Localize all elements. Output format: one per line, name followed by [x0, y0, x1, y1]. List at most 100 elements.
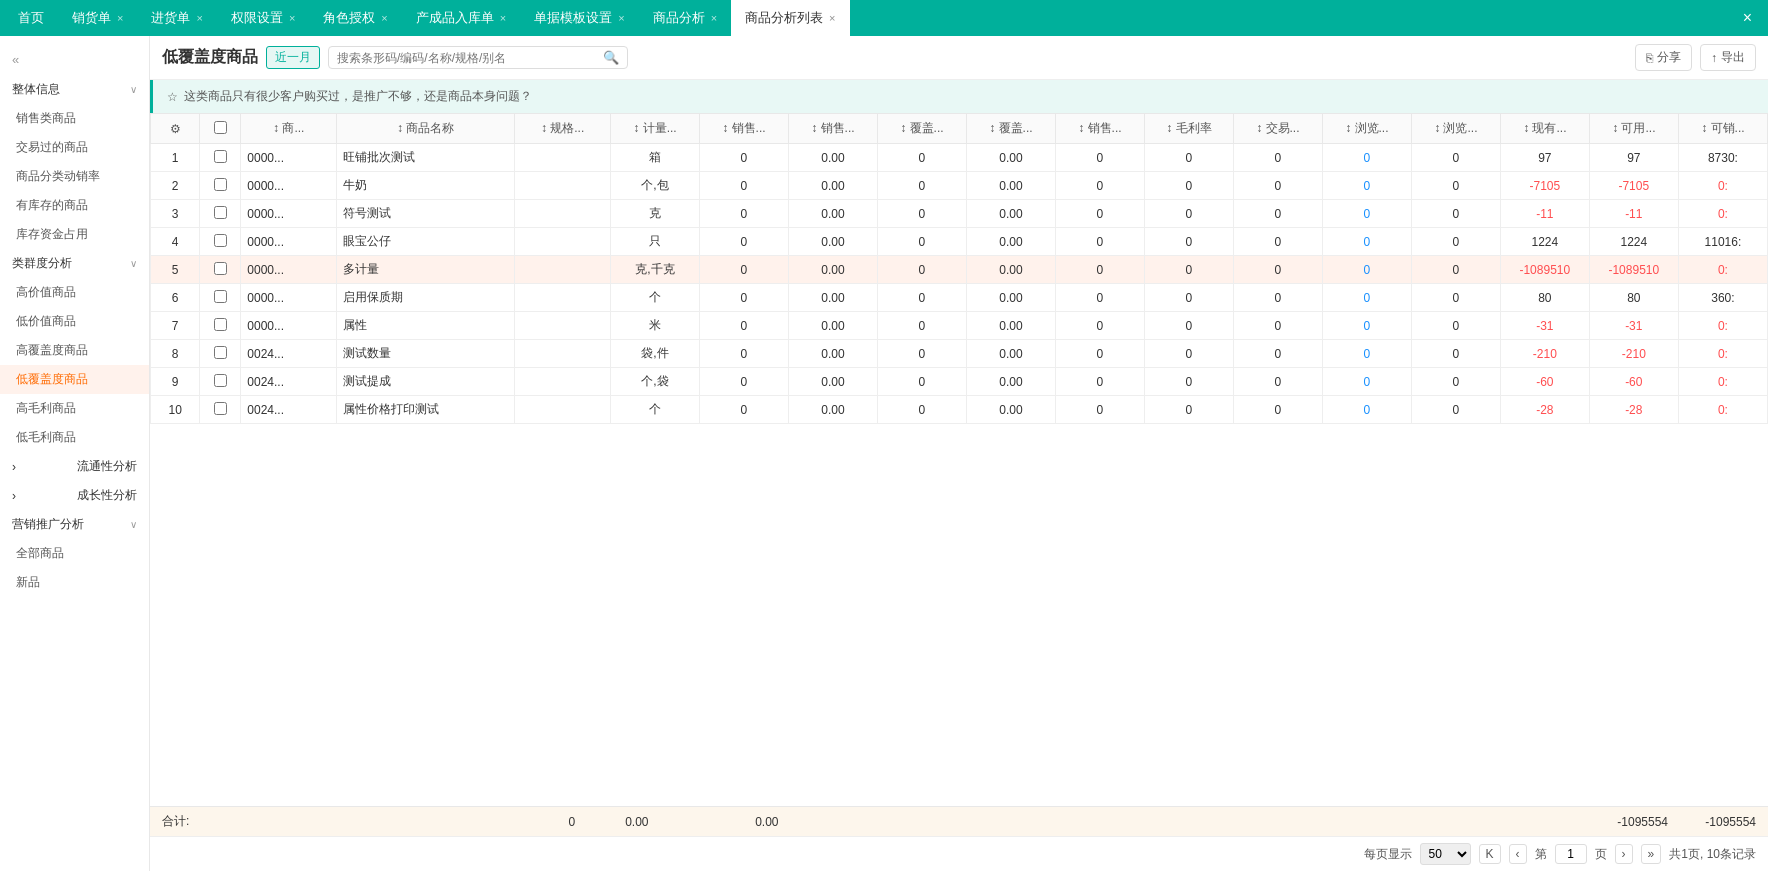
row-checkbox[interactable] [214, 206, 227, 219]
sidebar-item-low-margin[interactable]: 低毛利商品 [0, 423, 149, 452]
close-icon[interactable]: × [289, 0, 295, 36]
cell-check[interactable] [200, 172, 241, 200]
close-icon[interactable]: × [381, 0, 387, 36]
col-header-available-stock[interactable]: ↕ 可用... [1589, 114, 1678, 144]
first-page-button[interactable]: K [1479, 844, 1501, 864]
nav-product-analysis[interactable]: 商品分析 × [639, 0, 731, 36]
row-checkbox[interactable] [214, 178, 227, 191]
row-checkbox[interactable] [214, 150, 227, 163]
sidebar-section-overall[interactable]: 整体信息 ∨ [0, 75, 149, 104]
row-checkbox[interactable] [214, 318, 227, 331]
row-checkbox[interactable] [214, 346, 227, 359]
col-header-code[interactable]: ↕ 商... [241, 114, 337, 144]
nav-product-analysis-list[interactable]: 商品分析列表 × [731, 0, 849, 36]
sidebar-item-low-value[interactable]: 低价值商品 [0, 307, 149, 336]
search-input[interactable] [337, 51, 599, 65]
col-header-spec[interactable]: ↕ 规格... [515, 114, 611, 144]
col-header-sales-customers[interactable]: ↕ 销售... [1055, 114, 1144, 144]
col-header-sales-amt[interactable]: ↕ 销售... [788, 114, 877, 144]
search-icon[interactable]: 🔍 [603, 50, 619, 65]
cell-check[interactable] [200, 228, 241, 256]
nav-sales-order[interactable]: 销货单 × [58, 0, 137, 36]
sidebar-item-all-goods[interactable]: 全部商品 [0, 539, 149, 568]
close-icon[interactable]: × [500, 0, 506, 36]
sidebar-item-high-coverage[interactable]: 高覆盖度商品 [0, 336, 149, 365]
share-button[interactable]: ⎘ 分享 [1635, 44, 1692, 71]
row-checkbox[interactable] [214, 374, 227, 387]
nav-finished-goods[interactable]: 产成品入库单 × [402, 0, 520, 36]
cell-check[interactable] [200, 256, 241, 284]
sidebar-item-high-value[interactable]: 高价值商品 [0, 278, 149, 307]
nav-role-permission[interactable]: 角色授权 × [309, 0, 401, 36]
nav-purchase-order[interactable]: 进货单 × [137, 0, 216, 36]
cell-browse1[interactable]: 0 [1322, 284, 1411, 312]
prev-page-button[interactable]: ‹ [1509, 844, 1527, 864]
select-all-checkbox[interactable] [214, 121, 227, 134]
row-checkbox[interactable] [214, 234, 227, 247]
sidebar-item-category-rate[interactable]: 商品分类动销率 [0, 162, 149, 191]
cell-check[interactable] [200, 284, 241, 312]
cell-spec [515, 256, 611, 284]
window-close-button[interactable]: × [1731, 9, 1764, 27]
nav-template-settings[interactable]: 单据模板设置 × [520, 0, 638, 36]
col-header-trade[interactable]: ↕ 交易... [1233, 114, 1322, 144]
sidebar-section-marketing[interactable]: 营销推广分析 ∨ [0, 510, 149, 539]
sidebar-item-traded-goods[interactable]: 交易过的商品 [0, 133, 149, 162]
sidebar-collapse-toggle[interactable]: « [12, 48, 19, 71]
row-checkbox[interactable] [214, 262, 227, 275]
info-banner: ☆ 这类商品只有很少客户购买过，是推广不够，还是商品本身问题？ [150, 80, 1768, 113]
next-page-button[interactable]: › [1615, 844, 1633, 864]
nav-permission-setting[interactable]: 权限设置 × [217, 0, 309, 36]
cell-unit: 个,包 [610, 172, 699, 200]
cell-check[interactable] [200, 368, 241, 396]
cell-check[interactable] [200, 396, 241, 424]
col-header-current-stock[interactable]: ↕ 现有... [1500, 114, 1589, 144]
close-icon[interactable]: × [711, 0, 717, 36]
col-header-cover1[interactable]: ↕ 覆盖... [877, 114, 966, 144]
col-header-name[interactable]: ↕ 商品名称 [337, 114, 515, 144]
cell-browse1[interactable]: 0 [1322, 312, 1411, 340]
close-icon[interactable]: × [117, 0, 123, 36]
row-checkbox[interactable] [214, 290, 227, 303]
sidebar-item-stock-capital[interactable]: 库存资金占用 [0, 220, 149, 249]
cell-check[interactable] [200, 200, 241, 228]
col-header-sellable[interactable]: ↕ 可销... [1678, 114, 1767, 144]
cell-browse1[interactable]: 0 [1322, 340, 1411, 368]
sidebar-item-low-coverage[interactable]: 低覆盖度商品 [0, 365, 149, 394]
close-icon[interactable]: × [618, 0, 624, 36]
settings-icon[interactable]: ⚙ [170, 122, 181, 136]
cell-check[interactable] [200, 312, 241, 340]
cell-gross-rate: 0 [1144, 368, 1233, 396]
page-size-select[interactable]: 50 20 100 [1420, 843, 1471, 865]
col-header-gross-rate[interactable]: ↕ 毛利率 [1144, 114, 1233, 144]
cell-check[interactable] [200, 144, 241, 172]
col-header-cover2[interactable]: ↕ 覆盖... [966, 114, 1055, 144]
export-button[interactable]: ↑ 导出 [1700, 44, 1756, 71]
cell-browse1[interactable]: 0 [1322, 144, 1411, 172]
cell-check[interactable] [200, 340, 241, 368]
cell-browse1[interactable]: 0 [1322, 172, 1411, 200]
col-header-sales-qty[interactable]: ↕ 销售... [699, 114, 788, 144]
sidebar-section-category-analysis[interactable]: 类群度分析 ∨ [0, 249, 149, 278]
cell-browse1[interactable]: 0 [1322, 256, 1411, 284]
cell-browse1[interactable]: 0 [1322, 368, 1411, 396]
sidebar-section-growth[interactable]: › 成长性分析 [0, 481, 149, 510]
cell-browse1[interactable]: 0 [1322, 228, 1411, 256]
time-filter-badge[interactable]: 近一月 [266, 46, 320, 69]
sidebar-item-stocked-goods[interactable]: 有库存的商品 [0, 191, 149, 220]
col-header-browse2[interactable]: ↕ 浏览... [1411, 114, 1500, 144]
row-checkbox[interactable] [214, 402, 227, 415]
close-icon[interactable]: × [829, 0, 835, 36]
col-header-unit[interactable]: ↕ 计量... [610, 114, 699, 144]
page-number-input[interactable] [1555, 844, 1587, 864]
col-header-browse1[interactable]: ↕ 浏览... [1322, 114, 1411, 144]
last-page-button[interactable]: » [1641, 844, 1662, 864]
close-icon[interactable]: × [196, 0, 202, 36]
cell-browse1[interactable]: 0 [1322, 396, 1411, 424]
sidebar-item-new-goods[interactable]: 新品 [0, 568, 149, 597]
sidebar-item-high-margin[interactable]: 高毛利商品 [0, 394, 149, 423]
nav-home[interactable]: 首页 [4, 0, 58, 36]
sidebar-section-circulation[interactable]: › 流通性分析 [0, 452, 149, 481]
sidebar-item-sales-goods[interactable]: 销售类商品 [0, 104, 149, 133]
cell-browse1[interactable]: 0 [1322, 200, 1411, 228]
